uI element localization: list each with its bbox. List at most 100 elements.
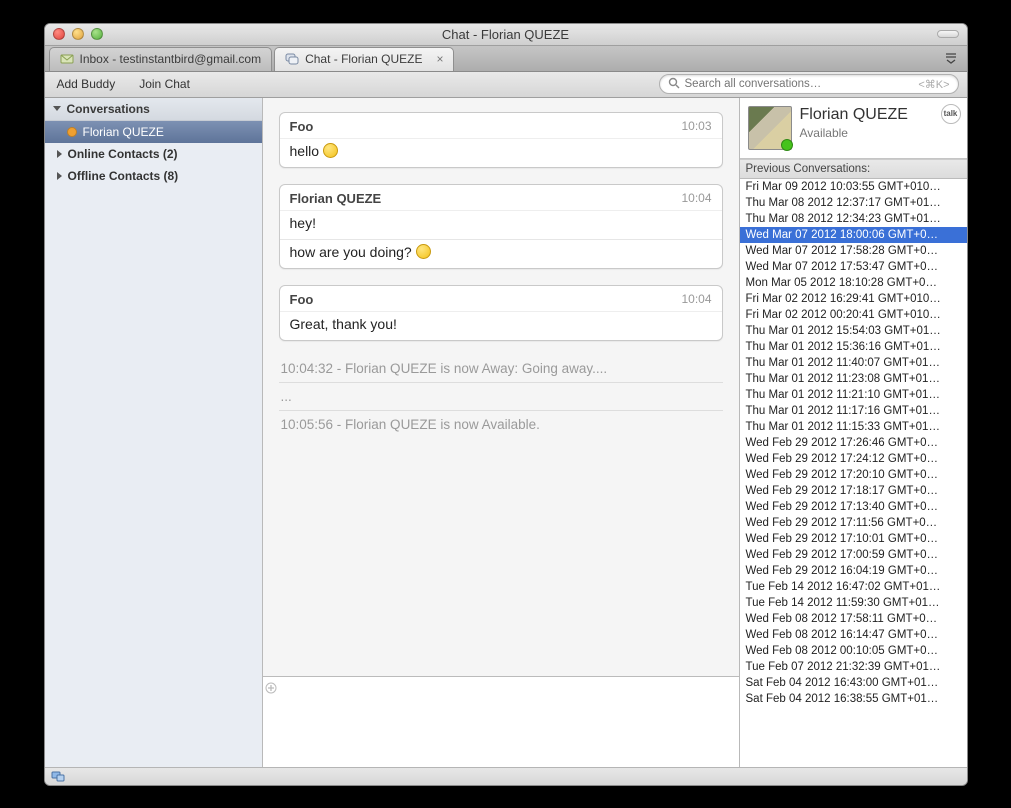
previous-conversation-item[interactable]: Thu Mar 01 2012 15:54:03 GMT+01…: [740, 323, 967, 339]
online-status-icon[interactable]: [51, 770, 65, 782]
smiley-icon: [416, 244, 431, 259]
message-bubble: Foo 10:03 hello: [279, 112, 723, 168]
close-tab-icon[interactable]: ×: [436, 52, 443, 66]
previous-conversation-item[interactable]: Wed Feb 29 2012 17:20:10 GMT+0…: [740, 467, 967, 483]
tab-label: Chat - Florian QUEZE: [305, 52, 422, 66]
disclosure-triangle-icon: [53, 106, 61, 111]
previous-conversation-item[interactable]: Thu Mar 08 2012 12:37:17 GMT+01…: [740, 195, 967, 211]
statusbar: [45, 767, 967, 785]
status-dot-icon: [781, 139, 793, 151]
tabs-row: Inbox - testinstantbird@gmail.com Chat -…: [45, 46, 967, 72]
previous-conversation-item[interactable]: Wed Feb 29 2012 16:04:19 GMT+0…: [740, 563, 967, 579]
previous-conversation-item[interactable]: Tue Feb 14 2012 11:59:30 GMT+01…: [740, 595, 967, 611]
conversation-status-icon: [67, 127, 77, 137]
sidebar-item-conversation[interactable]: Florian QUEZE: [45, 121, 262, 143]
previous-conversation-item[interactable]: Fri Mar 02 2012 16:29:41 GMT+010…: [740, 291, 967, 307]
previous-conversation-item[interactable]: Fri Mar 02 2012 00:20:41 GMT+010…: [740, 307, 967, 323]
message-bubble: Foo 10:04 Great, thank you!: [279, 285, 723, 341]
previous-conversation-item[interactable]: Thu Mar 01 2012 15:36:16 GMT+01…: [740, 339, 967, 355]
previous-conversation-item[interactable]: Wed Feb 29 2012 17:00:59 GMT+0…: [740, 547, 967, 563]
tab-label: Inbox - testinstantbird@gmail.com: [80, 52, 262, 66]
sidebar-group-online[interactable]: Online Contacts (2): [45, 143, 262, 165]
add-buddy-button[interactable]: Add Buddy: [53, 75, 120, 93]
previous-conversation-item[interactable]: Wed Mar 07 2012 17:58:28 GMT+0…: [740, 243, 967, 259]
disclosure-triangle-icon: [57, 172, 62, 180]
previous-conversation-item[interactable]: Wed Feb 29 2012 17:13:40 GMT+0…: [740, 499, 967, 515]
previous-conversation-item[interactable]: Sat Feb 04 2012 16:43:00 GMT+01…: [740, 675, 967, 691]
smiley-icon: [323, 143, 338, 158]
system-message: ...: [279, 385, 723, 408]
previous-conversation-item[interactable]: Mon Mar 05 2012 18:10:28 GMT+0…: [740, 275, 967, 291]
compose-area: [263, 677, 739, 767]
message-sender: Florian QUEZE: [290, 191, 382, 206]
message-time: 10:04: [681, 292, 711, 307]
previous-conversation-item[interactable]: Thu Mar 01 2012 11:23:08 GMT+01…: [740, 371, 967, 387]
system-message: 10:05:56 - Florian QUEZE is now Availabl…: [279, 413, 723, 436]
minimize-window-button[interactable]: [72, 28, 84, 40]
previous-conversations-label: Previous Conversations:: [740, 159, 967, 179]
previous-conversation-item[interactable]: Wed Feb 29 2012 17:18:17 GMT+0…: [740, 483, 967, 499]
previous-conversation-item[interactable]: Wed Feb 08 2012 00:10:05 GMT+0…: [740, 643, 967, 659]
toolbar-pill-button[interactable]: [937, 30, 959, 38]
previous-conversations-list[interactable]: Fri Mar 09 2012 10:03:55 GMT+010…Thu Mar…: [740, 179, 967, 767]
chat-icon: [285, 52, 299, 66]
previous-conversation-item[interactable]: Thu Mar 01 2012 11:21:10 GMT+01…: [740, 387, 967, 403]
inbox-icon: [60, 52, 74, 66]
previous-conversation-item[interactable]: Wed Mar 07 2012 17:53:47 GMT+0…: [740, 259, 967, 275]
previous-conversation-item[interactable]: Wed Mar 07 2012 18:00:06 GMT+0…: [740, 227, 967, 243]
messages-area[interactable]: Foo10:03hello Florian QUEZE10:04hey!how …: [263, 98, 739, 677]
previous-conversation-item[interactable]: Tue Feb 07 2012 21:32:39 GMT+01…: [740, 659, 967, 675]
message-sender: Foo: [290, 119, 314, 134]
message-line: Great, thank you!: [280, 311, 722, 340]
protocol-icon: talk: [941, 104, 961, 124]
search-box[interactable]: <⌘K>: [659, 74, 959, 94]
sidebar: Conversations Florian QUEZE Online Conta…: [45, 98, 263, 767]
close-window-button[interactable]: [53, 28, 65, 40]
toolbar: Add Buddy Join Chat <⌘K>: [45, 72, 967, 98]
contact-panel: Florian QUEZE Available talk Previous Co…: [739, 98, 967, 767]
previous-conversation-item[interactable]: Sat Feb 04 2012 16:38:55 GMT+01…: [740, 691, 967, 707]
window-title: Chat - Florian QUEZE: [45, 27, 967, 42]
previous-conversation-item[interactable]: Thu Mar 01 2012 11:40:07 GMT+01…: [740, 355, 967, 371]
previous-conversation-item[interactable]: Tue Feb 14 2012 16:47:02 GMT+01…: [740, 579, 967, 595]
join-chat-button[interactable]: Join Chat: [135, 75, 194, 93]
previous-conversation-item[interactable]: Thu Mar 01 2012 11:15:33 GMT+01…: [740, 419, 967, 435]
previous-conversation-item[interactable]: Wed Feb 29 2012 17:24:12 GMT+0…: [740, 451, 967, 467]
message-time: 10:03: [681, 119, 711, 134]
add-attachment-button[interactable]: [263, 678, 279, 767]
conversation-pane: Foo10:03hello Florian QUEZE10:04hey!how …: [263, 98, 739, 767]
sidebar-group-offline[interactable]: Offline Contacts (8): [45, 165, 262, 187]
search-shortcut: <⌘K>: [918, 78, 949, 91]
app-window: Chat - Florian QUEZE Inbox - testinstant…: [44, 23, 968, 786]
message-line: hey!: [280, 210, 722, 239]
avatar: [748, 106, 792, 150]
previous-conversation-item[interactable]: Thu Mar 01 2012 11:17:16 GMT+01…: [740, 403, 967, 419]
contact-name: Florian QUEZE: [800, 106, 908, 124]
tabs-overflow-button[interactable]: [943, 51, 959, 65]
sidebar-group-label: Online Contacts (2): [68, 147, 178, 161]
titlebar: Chat - Florian QUEZE: [45, 24, 967, 46]
previous-conversation-item[interactable]: Wed Feb 08 2012 16:14:47 GMT+0…: [740, 627, 967, 643]
tab-chat[interactable]: Chat - Florian QUEZE ×: [274, 47, 454, 71]
previous-conversation-item[interactable]: Wed Feb 29 2012 17:10:01 GMT+0…: [740, 531, 967, 547]
zoom-window-button[interactable]: [91, 28, 103, 40]
previous-conversation-item[interactable]: Wed Feb 29 2012 17:26:46 GMT+0…: [740, 435, 967, 451]
message-sender: Foo: [290, 292, 314, 307]
search-input[interactable]: [685, 78, 914, 90]
previous-conversation-item[interactable]: Fri Mar 09 2012 10:03:55 GMT+010…: [740, 179, 967, 195]
message-line: hello: [280, 138, 722, 167]
sidebar-header-conversations[interactable]: Conversations: [45, 98, 262, 121]
system-message: 10:04:32 - Florian QUEZE is now Away: Go…: [279, 357, 723, 380]
sidebar-item-label: Florian QUEZE: [83, 125, 164, 139]
tab-inbox[interactable]: Inbox - testinstantbird@gmail.com: [49, 47, 273, 71]
disclosure-triangle-icon: [57, 150, 62, 158]
sidebar-header-label: Conversations: [67, 102, 150, 116]
sidebar-group-label: Offline Contacts (8): [68, 169, 179, 183]
contact-status: Available: [800, 126, 908, 140]
contact-header: Florian QUEZE Available talk: [740, 98, 967, 159]
previous-conversation-item[interactable]: Wed Feb 29 2012 17:11:56 GMT+0…: [740, 515, 967, 531]
previous-conversation-item[interactable]: Thu Mar 08 2012 12:34:23 GMT+01…: [740, 211, 967, 227]
message-time: 10:04: [681, 191, 711, 206]
previous-conversation-item[interactable]: Wed Feb 08 2012 17:58:11 GMT+0…: [740, 611, 967, 627]
message-input[interactable]: [279, 678, 739, 767]
